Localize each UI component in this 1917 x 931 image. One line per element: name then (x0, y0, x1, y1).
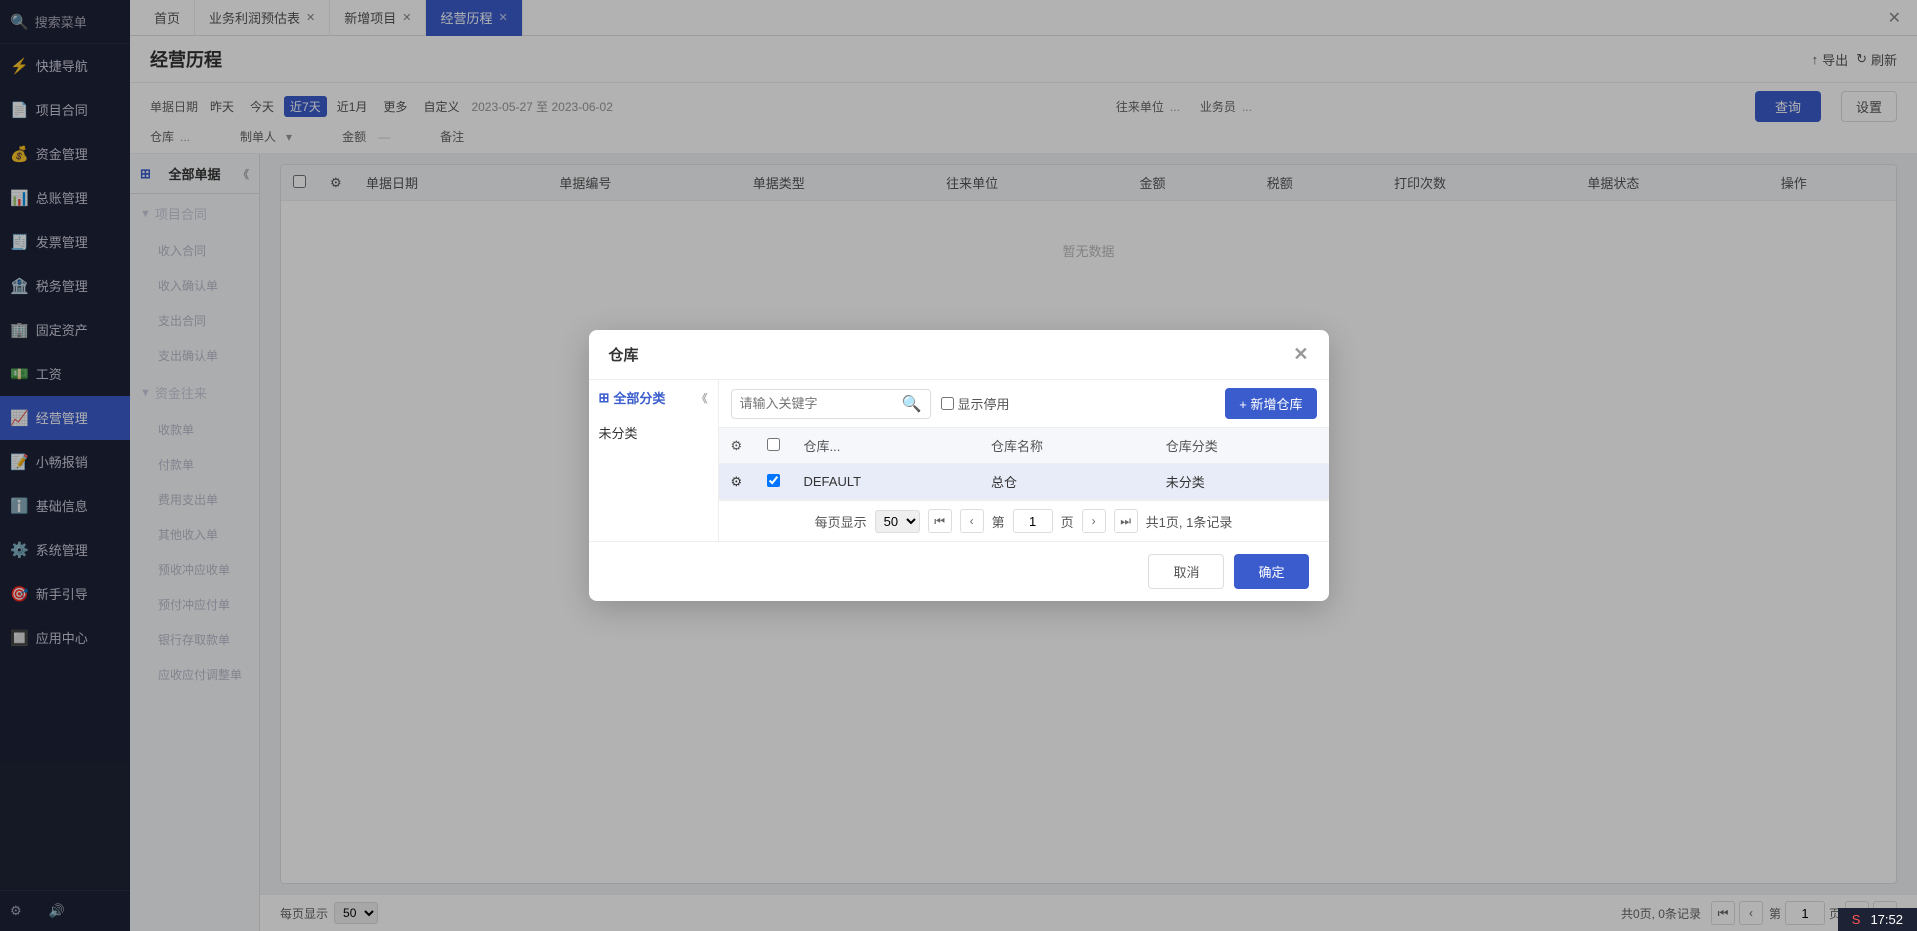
cancel-button[interactable]: 取消 (1148, 554, 1224, 589)
row-settings[interactable]: ⚙ (719, 464, 755, 500)
col-code: 仓库... (792, 428, 980, 464)
per-page-label-dialog: 每页显示 (815, 512, 867, 531)
dialog-right-panel: 🔍 显示停用 + 新增仓库 ⚙ (719, 380, 1329, 541)
dialog-page-unit: 页 (1061, 512, 1074, 531)
col-settings: ⚙ (719, 428, 755, 464)
table-row[interactable]: ⚙ DEFAULT 总仓 未分类 (719, 464, 1329, 500)
dialog-select-all[interactable] (767, 438, 780, 451)
show-disabled-label: 显示停用 (958, 394, 1010, 413)
dialog-left-uncategorized[interactable]: 未分类 (589, 415, 718, 450)
modal-overlay: 仓库 ✕ ⊞ 全部分类 《 未分类 🔍 (0, 0, 1917, 931)
taskbar: S 17:52 (1838, 908, 1917, 931)
row-code: DEFAULT (792, 464, 980, 500)
per-page-select-dialog[interactable]: 50 (875, 510, 920, 533)
col-category: 仓库分类 (1154, 428, 1329, 464)
dialog-prev-page[interactable]: ‹ (960, 509, 984, 533)
dialog-all-categories[interactable]: ⊞ 全部分类 《 (589, 380, 718, 415)
confirm-button[interactable]: 确定 (1234, 554, 1308, 589)
warehouse-dialog: 仓库 ✕ ⊞ 全部分类 《 未分类 🔍 (589, 330, 1329, 601)
add-warehouse-button[interactable]: + 新增仓库 (1225, 388, 1316, 419)
grid-icon: ⊞ (599, 390, 610, 406)
dialog-next-page[interactable]: › (1082, 509, 1106, 533)
row-checkbox[interactable] (755, 464, 792, 500)
taskbar-apps: S (1852, 912, 1861, 927)
dialog-page-label: 第 (992, 512, 1005, 531)
search-icon: 🔍 (902, 394, 922, 414)
dialog-page-input[interactable] (1013, 509, 1053, 533)
dialog-table: ⚙ 仓库... 仓库名称 (719, 428, 1329, 500)
dialog-close-button[interactable]: ✕ (1293, 344, 1308, 365)
dialog-header: 仓库 ✕ (589, 330, 1329, 380)
dialog-left-panel: ⊞ 全部分类 《 未分类 (589, 380, 719, 541)
dialog-last-page[interactable]: ⏭ (1114, 509, 1138, 533)
dialog-body: ⊞ 全部分类 《 未分类 🔍 显示停用 (589, 380, 1329, 541)
dialog-actions: 取消 确定 (589, 541, 1329, 601)
row-name: 总仓 (979, 464, 1154, 500)
dialog-collapse-icon[interactable]: 《 (697, 390, 708, 406)
col-name: 仓库名称 (979, 428, 1154, 464)
search-input-wrap: 🔍 (731, 389, 931, 419)
col-checkbox (755, 428, 792, 464)
dialog-toolbar: 🔍 显示停用 + 新增仓库 (719, 380, 1329, 428)
row-category: 未分类 (1154, 464, 1329, 500)
taskbar-time: 17:52 (1870, 912, 1903, 927)
dialog-total-info: 共1页, 1条记录 (1146, 512, 1233, 531)
show-disabled-checkbox[interactable] (941, 397, 954, 410)
dialog-title: 仓库 (609, 344, 639, 365)
row-select-checkbox[interactable] (767, 474, 780, 487)
show-disabled-option: 显示停用 (941, 394, 1010, 413)
search-input[interactable] (740, 396, 896, 411)
dialog-pagination: 每页显示 50 ⏮ ‹ 第 页 › ⏭ 共1页, 1条记录 (719, 500, 1329, 541)
dialog-first-page[interactable]: ⏮ (928, 509, 952, 533)
